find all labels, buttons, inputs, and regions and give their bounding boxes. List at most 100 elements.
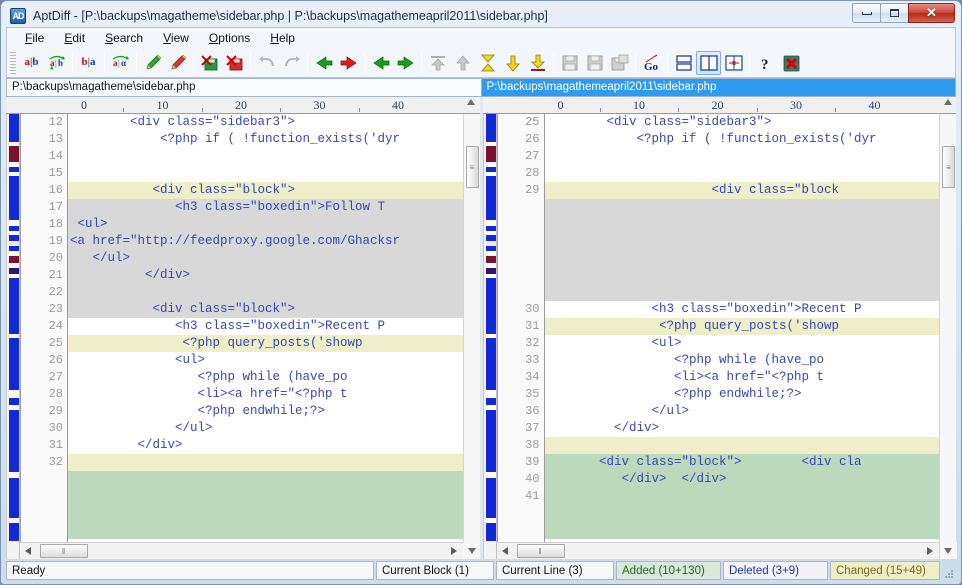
copy-block-to-right-icon[interactable] bbox=[336, 51, 361, 75]
code-line[interactable] bbox=[68, 522, 463, 539]
left-file-path[interactable]: P:\backups\magatheme\sidebar.php bbox=[6, 78, 481, 97]
code-line[interactable]: <?php endwhile;?> bbox=[68, 403, 463, 420]
code-line[interactable]: <div class="block"> bbox=[68, 182, 463, 199]
right-horizontal-scrollbar[interactable]: ‖ bbox=[496, 542, 939, 559]
code-line[interactable] bbox=[544, 284, 939, 301]
code-line[interactable] bbox=[68, 284, 463, 301]
right-vscroll-thumb[interactable]: ≡ bbox=[942, 146, 955, 188]
left-vscroll-thumb[interactable]: ≡ bbox=[465, 146, 479, 188]
undo-icon[interactable] bbox=[254, 51, 279, 75]
left-diff-marker-strip[interactable] bbox=[6, 114, 20, 559]
resize-grip[interactable] bbox=[942, 561, 956, 580]
swap-files-icon[interactable]: b|a bbox=[76, 51, 101, 75]
code-line[interactable] bbox=[544, 267, 939, 284]
code-line[interactable] bbox=[544, 437, 939, 454]
close-right-file-icon[interactable] bbox=[222, 51, 247, 75]
code-line[interactable] bbox=[68, 505, 463, 522]
code-line[interactable]: <?php while (have_po bbox=[68, 369, 463, 386]
prev-block-icon[interactable] bbox=[450, 51, 475, 75]
right-file-path[interactable]: P:\backups\magathemeapril2011\sidebar.ph… bbox=[480, 78, 956, 97]
right-code-text[interactable]: <div class="sidebar3"> <?php if ( !funct… bbox=[544, 114, 939, 542]
left-code-text[interactable]: <div class="sidebar3"> <?php if ( !funct… bbox=[68, 114, 463, 542]
code-line[interactable]: <?php if ( !function_exists('dyr bbox=[544, 131, 939, 148]
code-line[interactable] bbox=[68, 488, 463, 505]
code-line[interactable]: <?php query_posts('showp bbox=[544, 318, 939, 335]
menu-view[interactable]: View bbox=[153, 29, 199, 47]
save-left-icon[interactable] bbox=[557, 51, 582, 75]
code-line[interactable] bbox=[544, 148, 939, 165]
code-line[interactable]: </ul> bbox=[68, 420, 463, 437]
code-line[interactable]: <div class="block bbox=[544, 182, 939, 199]
redo-icon[interactable] bbox=[279, 51, 304, 75]
code-line[interactable]: <?php endwhile;?> bbox=[544, 386, 939, 403]
code-line[interactable]: </div> bbox=[544, 420, 939, 437]
right-hscroll-thumb[interactable]: ‖ bbox=[516, 544, 565, 558]
code-line[interactable] bbox=[544, 250, 939, 267]
left-vscroll-down-button[interactable] bbox=[463, 542, 480, 559]
down-yellow-icon[interactable] bbox=[500, 51, 525, 75]
code-line[interactable]: <?php query_posts('showp bbox=[68, 335, 463, 352]
left-hscroll-left-button[interactable] bbox=[20, 543, 36, 559]
code-line[interactable] bbox=[68, 454, 463, 471]
code-line[interactable] bbox=[544, 522, 939, 539]
menu-file[interactable]: File bbox=[15, 29, 54, 47]
left-horizontal-scrollbar[interactable]: ‖ bbox=[20, 542, 463, 559]
next-difference-icon[interactable] bbox=[393, 51, 418, 75]
code-line[interactable]: </div> </div> bbox=[544, 471, 939, 488]
horizontal-split-view-icon[interactable] bbox=[671, 51, 696, 75]
menu-help[interactable]: Help bbox=[260, 29, 305, 47]
edit-right-pencil-icon[interactable] bbox=[165, 51, 190, 75]
code-line[interactable]: </div> bbox=[68, 267, 463, 284]
right-scroll-up-button[interactable] bbox=[939, 97, 956, 114]
close-left-file-icon[interactable] bbox=[197, 51, 222, 75]
left-hscroll-thumb[interactable]: ‖ bbox=[40, 544, 88, 558]
left-vertical-scrollbar[interactable]: ≡ bbox=[462, 114, 480, 559]
code-line[interactable] bbox=[68, 165, 463, 182]
code-line[interactable]: <ul> bbox=[544, 335, 939, 352]
code-line[interactable] bbox=[544, 233, 939, 250]
right-diff-marker-strip[interactable] bbox=[482, 114, 497, 559]
code-line[interactable] bbox=[544, 165, 939, 182]
compare-files-icon[interactable]: a|b bbox=[19, 51, 44, 75]
code-line[interactable]: <div class="block"> <div cla bbox=[544, 454, 939, 471]
vertical-split-view-icon[interactable] bbox=[696, 50, 721, 75]
help-icon[interactable]: ? bbox=[753, 51, 778, 75]
code-line[interactable]: </div> bbox=[68, 437, 463, 454]
code-line[interactable] bbox=[68, 471, 463, 488]
first-difference-icon[interactable] bbox=[425, 51, 450, 75]
left-scroll-up-button[interactable] bbox=[462, 97, 480, 114]
compare-options-icon[interactable]: a | α bbox=[108, 51, 133, 75]
maximize-button[interactable] bbox=[880, 3, 909, 23]
code-line[interactable]: <div class="block"> bbox=[68, 301, 463, 318]
code-line[interactable]: <li><a href="<?php t bbox=[68, 386, 463, 403]
toolbar-grip[interactable] bbox=[9, 51, 16, 74]
code-line[interactable]: <?php if ( !function_exists('dyr bbox=[68, 131, 463, 148]
right-hscroll-right-button[interactable] bbox=[922, 543, 938, 559]
code-line[interactable] bbox=[544, 216, 939, 233]
sync-scroll-view-icon[interactable] bbox=[721, 51, 746, 75]
code-line[interactable]: <div class="sidebar3"> bbox=[544, 114, 939, 131]
code-line[interactable] bbox=[68, 148, 463, 165]
close-button[interactable]: ✕ bbox=[908, 3, 955, 23]
edit-left-pencil-icon[interactable] bbox=[140, 51, 165, 75]
code-line[interactable]: <h3 class="boxedin">Recent P bbox=[68, 318, 463, 335]
last-difference-icon[interactable] bbox=[525, 51, 550, 75]
prev-difference-icon[interactable] bbox=[368, 51, 393, 75]
code-line[interactable] bbox=[544, 488, 939, 505]
copy-block-to-left-icon[interactable] bbox=[311, 51, 336, 75]
code-line[interactable]: <h3 class="boxedin">Follow T bbox=[68, 199, 463, 216]
recompare-files-icon[interactable]: a | b bbox=[44, 51, 69, 75]
code-line[interactable] bbox=[544, 199, 939, 216]
code-line[interactable] bbox=[544, 505, 939, 522]
code-line[interactable]: <ul> bbox=[68, 352, 463, 369]
code-line[interactable]: <a href="http://feedproxy.google.com/Gha… bbox=[68, 233, 463, 250]
code-line[interactable]: <li><a href="<?php t bbox=[544, 369, 939, 386]
code-line[interactable]: <h3 class="boxedin">Recent P bbox=[544, 301, 939, 318]
code-line[interactable]: <div class="sidebar3"> bbox=[68, 114, 463, 131]
menu-options[interactable]: Options bbox=[199, 29, 260, 47]
code-line[interactable]: <ul> bbox=[68, 216, 463, 233]
exit-icon[interactable] bbox=[778, 51, 803, 75]
next-change-icon[interactable] bbox=[475, 51, 500, 75]
goto-line-icon[interactable]: Go bbox=[639, 51, 664, 75]
right-vertical-scrollbar[interactable]: ≡ bbox=[939, 114, 957, 559]
